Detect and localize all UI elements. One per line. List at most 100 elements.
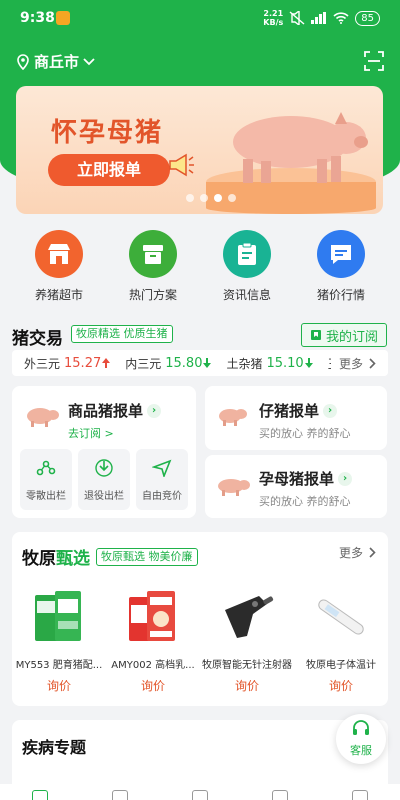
quote-price: 15.27 [64,355,102,371]
promo-banner[interactable]: 怀孕母猪 立即报单 [16,86,383,214]
banner-cta-button[interactable]: 立即报单 [48,154,170,186]
sow-card-subtitle: 买的放心 养的舒心 [259,495,351,508]
city-name: 商丘市 [34,53,80,71]
notification-app-icon [56,11,70,25]
quick-link-label: 资讯信息 [222,288,271,302]
status-icons: 2.21 KB/s 85 [263,9,380,27]
battery-indicator: 85 [355,10,380,26]
product-price: 询价 [234,679,259,693]
goods-pig-order-card[interactable]: 商品猪报单 › 去订阅 > 零散出栏 退役出栏 自由竞价 [12,386,196,518]
milk-powder-bag-image [106,582,200,652]
product-item[interactable]: 牧原智能无针注射器 询价 [200,582,294,694]
my-subscription-button[interactable]: 我的订阅 [300,323,387,347]
retire-icon [95,459,113,477]
disease-topic-title: 疾病专题 [22,738,87,757]
banner-headline: 怀孕母猪 [51,118,164,148]
piglet-card-title: 仔猪报单 › [259,400,351,421]
retire-sale-button[interactable]: 退役出栏 [78,449,130,510]
scan-icon[interactable] [364,51,384,71]
muyuan-selection-section: 牧原甄选 牧原甄选 物美价廉 更多 MY553 肥育猪配... 询价 AMY00… [12,532,388,706]
sow-order-card[interactable]: 孕母猪报单 › 买的放心 养的舒心 [205,455,387,518]
quote-item: 外三元 15.27 [24,355,111,372]
chevron-down-icon [83,57,95,65]
quick-link-plans[interactable]: 热门方案 [109,230,197,303]
product-price: 询价 [46,679,71,693]
quick-link-label: 猪价行情 [316,288,365,302]
tab-publish-icon[interactable] [192,790,208,800]
bottom-tab-bar [0,784,400,800]
quick-link-shop[interactable]: 养猪超市 [15,230,103,303]
product-item[interactable]: 牧原电子体温计 询价 [294,582,388,694]
free-bidding-button[interactable]: 自由竞价 [136,449,188,510]
quote-item: 土杂猪 15.10 [226,355,313,372]
headset-icon [353,720,369,735]
goods-mini-buttons: 零散出栏 退役出栏 自由竞价 [20,449,188,510]
pagination-dot [186,194,194,202]
feed-bag-image [12,582,106,652]
pig-icon [27,408,59,427]
scatter-sale-button[interactable]: 零散出栏 [20,449,72,510]
quick-link-label: 热门方案 [128,288,177,302]
tab-message-icon[interactable] [272,790,288,800]
city-selector[interactable]: 商丘市 [16,51,95,72]
selection-header: 牧原甄选 牧原甄选 物美价廉 [22,544,198,569]
selection-more-button[interactable]: 更多 [339,544,376,561]
chevron-right-icon [369,547,376,558]
product-item[interactable]: MY553 肥育猪配... 询价 [12,582,106,694]
sow-card-title: 孕母猪报单 › [259,468,353,489]
goods-card-title: 商品猪报单 › [68,400,162,421]
tab-profile-icon[interactable] [352,790,368,800]
product-price: 询价 [328,679,353,693]
quick-links: 养猪超市 热门方案 资讯信息 猪价行情 [0,230,400,303]
pagination-dot [228,194,236,202]
sow-icon [218,479,250,496]
tab-home-icon[interactable] [32,790,48,800]
shop-icon [35,230,83,278]
trade-tag: 牧原精选 优质生猪 [71,325,173,343]
price-ticker[interactable]: 外三元 15.27 内三元 15.80 土杂猪 15.10 玉: 更多 [12,350,388,376]
megaphone-icon [169,153,194,177]
quick-link-price[interactable]: 猪价行情 [297,230,385,303]
status-bar: 9:38 2.21 KB/s 85 [0,0,400,36]
pagination-dot [200,194,208,202]
bookmark-icon [310,330,321,340]
chevron-right-icon: › [338,471,353,486]
ticker-more-button[interactable]: 更多 [330,350,388,376]
cell-signal-icon [311,12,327,24]
arrow-down-icon [203,358,212,368]
thermometer-image [294,582,388,652]
quote-price: 15.80 [165,355,203,371]
chevron-right-icon: › [323,403,338,418]
location-pin-icon [17,53,29,70]
box-icon [129,230,177,278]
product-list: MY553 肥育猪配... 询价 AMY002 高档乳... 询价 牧原智能无针… [12,582,388,694]
injector-image [200,582,294,652]
mute-icon [289,11,305,25]
wifi-icon [333,12,349,24]
chevron-right-icon: › [147,403,162,418]
chat-icon [317,230,365,278]
product-item[interactable]: AMY002 高档乳... 询价 [106,582,200,694]
quick-link-news[interactable]: 资讯信息 [203,230,291,303]
chevron-right-icon [369,357,376,369]
scatter-icon [36,460,56,476]
product-price: 询价 [140,679,165,693]
customer-service-label: 客服 [350,744,372,757]
quick-link-label: 养猪超市 [34,288,83,302]
clipboard-icon [223,230,271,278]
customer-service-button[interactable]: 客服 [336,714,386,764]
arrow-down-icon [304,358,313,368]
selection-tag: 牧原甄选 物美价廉 [96,547,198,566]
pagination-dot-active [214,194,222,202]
banner-pagination [186,194,236,202]
sow-image [233,112,368,183]
section-title-trade: 猪交易 [12,329,63,349]
quote-item: 内三元 15.80 [125,355,212,372]
piglet-order-card[interactable]: 仔猪报单 › 买的放心 养的舒心 [205,386,387,450]
tab-category-icon[interactable] [112,790,128,800]
selection-title: 牧原甄选 [22,549,90,569]
goods-subscribe-link[interactable]: 去订阅 > [68,425,161,441]
network-speed: 2.21 KB/s [263,9,284,27]
arrow-up-icon [102,358,111,368]
send-icon [151,459,172,479]
